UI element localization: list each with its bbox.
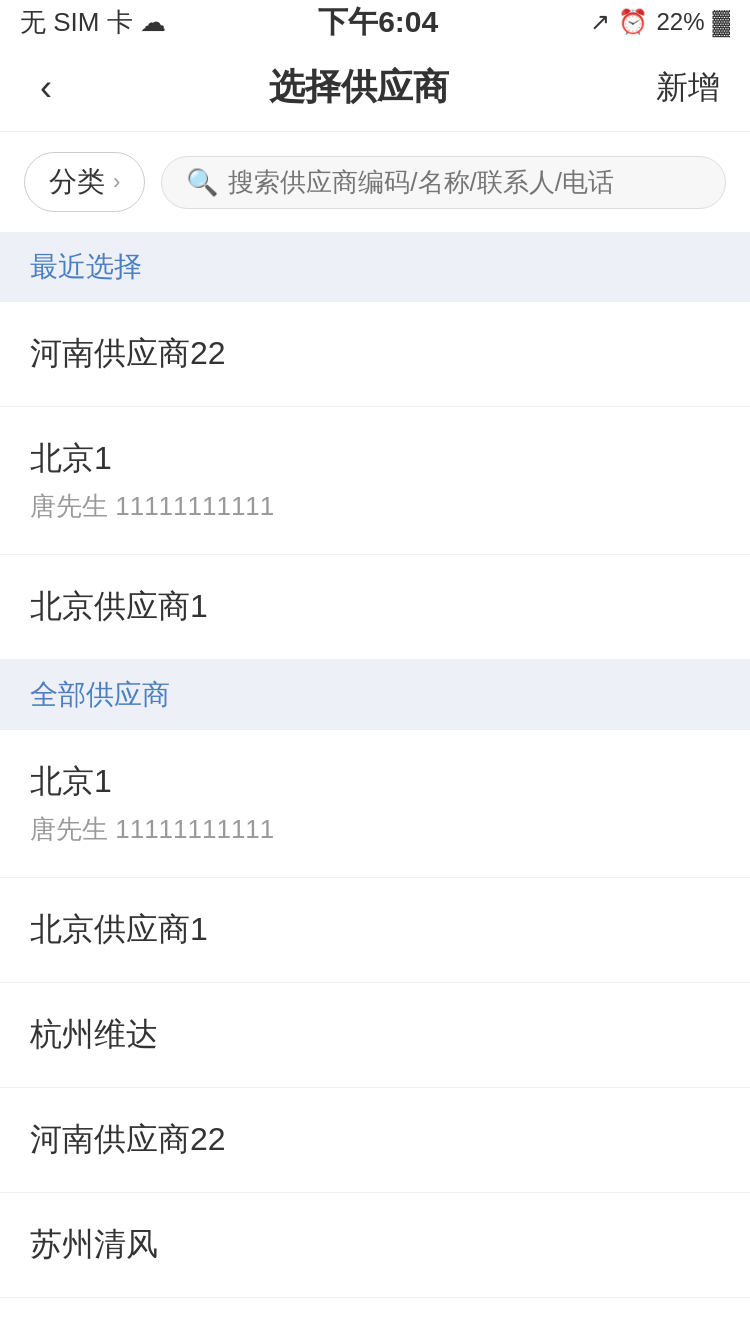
- item-name: 北京供应商1: [30, 585, 720, 629]
- battery-icon: ▓: [713, 8, 731, 36]
- filter-row: 分类 › 🔍: [0, 132, 750, 232]
- item-name: 河南供应商22: [30, 1118, 720, 1162]
- recent-section-header: 最近选择: [0, 232, 750, 302]
- nav-bar: ‹ 选择供应商 新增: [0, 44, 750, 132]
- item-name: 杭州维达: [30, 1013, 720, 1057]
- recent-list: 河南供应商22 北京1 唐先生 11111111111 北京供应商1: [0, 302, 750, 660]
- recent-label: 最近选择: [30, 251, 142, 282]
- item-name: 北京1: [30, 760, 720, 804]
- list-item[interactable]: 河南供应商22: [0, 302, 750, 407]
- all-label: 全部供应商: [30, 679, 170, 710]
- item-name: 苏州清风: [30, 1223, 720, 1267]
- all-list: 北京1 唐先生 11111111111 北京供应商1 杭州维达河南供应商22 苏州清风: [0, 730, 750, 1298]
- item-name: 北京1: [30, 437, 720, 481]
- status-bar: 无 SIM 卡 ☁ 下午6:04 ↗ ⏰ 22% ▓: [0, 0, 750, 44]
- item-name: 北京供应商1: [30, 908, 720, 952]
- status-right: ↗ ⏰ 22% ▓: [590, 8, 730, 36]
- status-time: 下午6:04: [318, 2, 438, 43]
- page-title: 选择供应商: [269, 63, 449, 112]
- all-section-header: 全部供应商: [0, 660, 750, 730]
- item-sub: 唐先生 11111111111: [30, 489, 720, 524]
- search-box[interactable]: 🔍: [161, 156, 726, 209]
- list-item[interactable]: 北京供应商1: [0, 555, 750, 660]
- category-button[interactable]: 分类 ›: [24, 152, 145, 212]
- no-sim-label: 无 SIM 卡 ☁: [20, 5, 166, 40]
- list-item[interactable]: 北京供应商1: [0, 878, 750, 983]
- back-button[interactable]: ‹: [30, 57, 62, 119]
- list-item[interactable]: 北京1 唐先生 11111111111: [0, 407, 750, 555]
- battery-label: 22%: [656, 8, 704, 36]
- list-item[interactable]: 北京1 唐先生 11111111111: [0, 730, 750, 878]
- add-button[interactable]: 新增: [656, 66, 720, 110]
- item-sub: 唐先生 11111111111: [30, 812, 720, 847]
- category-label: 分类: [49, 163, 105, 201]
- list-item[interactable]: 杭州维达: [0, 983, 750, 1088]
- item-name: 河南供应商22: [30, 332, 720, 376]
- list-item[interactable]: 河南供应商22: [0, 1088, 750, 1193]
- list-item[interactable]: 苏州清风: [0, 1193, 750, 1298]
- status-left: 无 SIM 卡 ☁: [20, 5, 166, 40]
- search-input[interactable]: [228, 167, 701, 198]
- alarm-icon: ⏰: [618, 8, 648, 36]
- location-icon: ↗: [590, 8, 610, 36]
- chevron-icon: ›: [113, 169, 120, 195]
- search-icon: 🔍: [186, 167, 218, 198]
